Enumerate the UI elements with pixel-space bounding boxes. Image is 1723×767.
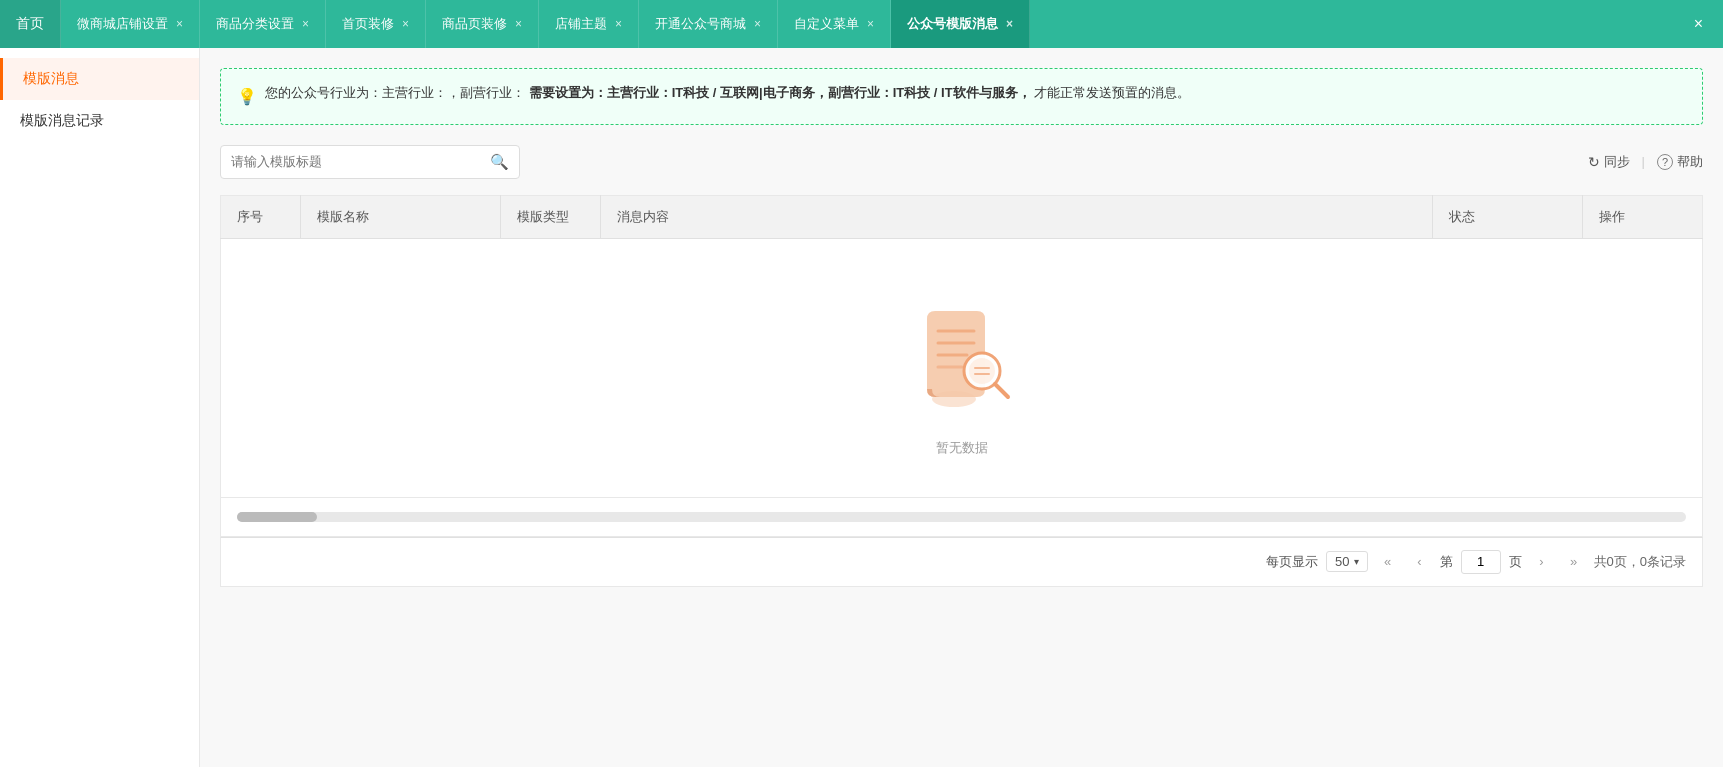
svg-line-7 [995, 384, 1008, 397]
sidebar-item-template-msg-log[interactable]: 模版消息记录 [0, 100, 199, 142]
nav-tab-productpage[interactable]: 商品页装修 × [426, 0, 539, 48]
nav-tab-productpage-label: 商品页装修 [442, 15, 507, 33]
nav-tab-theme-close[interactable]: × [615, 17, 622, 31]
top-nav: 首页 微商城店铺设置 × 商品分类设置 × 首页装修 × 商品页装修 × 店铺主… [0, 0, 1723, 48]
nav-tab-weshop[interactable]: 微商城店铺设置 × [61, 0, 200, 48]
nav-tab-mall[interactable]: 开通公众号商城 × [639, 0, 778, 48]
col-type: 模版类型 [501, 195, 601, 238]
page-size-label: 每页显示 [1266, 553, 1318, 571]
empty-illustration [902, 299, 1022, 419]
col-seq: 序号 [221, 195, 301, 238]
col-name: 模版名称 [301, 195, 501, 238]
page-size-select[interactable]: 50 ▾ [1326, 551, 1367, 572]
page-unit-label: 页 [1509, 553, 1522, 571]
table-header-row: 序号 模版名称 模版类型 消息内容 状态 操作 [221, 195, 1703, 238]
last-page-button[interactable]: » [1562, 550, 1586, 574]
nav-tab-custommenu[interactable]: 自定义菜单 × [778, 0, 891, 48]
nav-tab-templatemsg-close[interactable]: × [1006, 17, 1013, 31]
nav-tab-mall-label: 开通公众号商城 [655, 15, 746, 33]
page-label: 第 [1440, 553, 1453, 571]
notice-prefix: 您的公众号行业为：主营行业：，副营行业： [265, 85, 525, 100]
nav-tab-templatemsg-label: 公众号模版消息 [907, 15, 998, 33]
notice-suffix: 才能正常发送预置的消息。 [1034, 85, 1190, 100]
prev-page-button[interactable]: ‹ [1408, 550, 1432, 574]
next-page-button[interactable]: › [1530, 550, 1554, 574]
sidebar-item-template-msg-log-label: 模版消息记录 [20, 112, 104, 128]
nav-tab-category-close[interactable]: × [302, 17, 309, 31]
global-close-button[interactable]: × [1694, 15, 1703, 33]
sync-button[interactable]: ↻ 同步 [1588, 153, 1630, 171]
empty-state: 暂无数据 [220, 239, 1703, 498]
empty-icon [902, 299, 1022, 419]
chevron-down-icon: ▾ [1354, 556, 1359, 567]
nav-tab-home[interactable]: 首页 [0, 0, 61, 48]
help-icon: ? [1657, 154, 1673, 170]
nav-tab-weshop-label: 微商城店铺设置 [77, 15, 168, 33]
search-input[interactable] [231, 154, 490, 169]
search-row: 🔍 ↻ 同步 | ? 帮助 [220, 145, 1703, 179]
main-layout: 模版消息 模版消息记录 💡 您的公众号行业为：主营行业：，副营行业： 需要设置为… [0, 48, 1723, 767]
nav-tab-homepage-close[interactable]: × [402, 17, 409, 31]
sidebar: 模版消息 模版消息记录 [0, 48, 200, 767]
help-label: 帮助 [1677, 153, 1703, 171]
bulb-icon: 💡 [237, 84, 257, 110]
total-info: 共0页，0条记录 [1594, 553, 1686, 571]
nav-tab-custommenu-label: 自定义菜单 [794, 15, 859, 33]
sync-icon: ↻ [1588, 154, 1600, 170]
toolbar-divider: | [1642, 154, 1645, 169]
nav-tab-category-label: 商品分类设置 [216, 15, 294, 33]
empty-text: 暂无数据 [241, 439, 1682, 457]
nav-tab-custommenu-close[interactable]: × [867, 17, 874, 31]
search-input-wrap[interactable]: 🔍 [220, 145, 520, 179]
content-area: 💡 您的公众号行业为：主营行业：，副营行业： 需要设置为：主营行业：IT科技 /… [200, 48, 1723, 767]
help-button[interactable]: ? 帮助 [1657, 153, 1703, 171]
pagination: 每页显示 50 ▾ « ‹ 第 页 › » 共0页，0条记录 [220, 537, 1703, 587]
notice-box: 💡 您的公众号行业为：主营行业：，副营行业： 需要设置为：主营行业：IT科技 /… [220, 68, 1703, 125]
sync-label: 同步 [1604, 153, 1630, 171]
nav-tab-theme[interactable]: 店铺主题 × [539, 0, 639, 48]
nav-tab-productpage-close[interactable]: × [515, 17, 522, 31]
nav-tab-homepage[interactable]: 首页装修 × [326, 0, 426, 48]
sidebar-item-template-msg[interactable]: 模版消息 [0, 58, 199, 100]
col-action: 操作 [1583, 195, 1703, 238]
page-size-value: 50 [1335, 554, 1349, 569]
first-page-button[interactable]: « [1376, 550, 1400, 574]
nav-tab-category[interactable]: 商品分类设置 × [200, 0, 326, 48]
nav-tab-weshop-close[interactable]: × [176, 17, 183, 31]
nav-tab-home-label: 首页 [16, 15, 44, 33]
toolbar-right: ↻ 同步 | ? 帮助 [1588, 153, 1703, 171]
data-table: 序号 模版名称 模版类型 消息内容 状态 操作 [220, 195, 1703, 239]
svg-point-6 [969, 358, 995, 384]
nav-tab-templatemsg[interactable]: 公众号模版消息 × [891, 0, 1030, 48]
col-content: 消息内容 [601, 195, 1433, 238]
nav-tab-theme-label: 店铺主题 [555, 15, 607, 33]
scrollbar-area [220, 498, 1703, 537]
search-icon[interactable]: 🔍 [490, 153, 509, 171]
sidebar-item-template-msg-label: 模版消息 [23, 70, 79, 86]
notice-text: 您的公众号行业为：主营行业：，副营行业： 需要设置为：主营行业：IT科技 / 互… [265, 83, 1190, 104]
page-number-input[interactable] [1461, 550, 1501, 574]
nav-tab-homepage-label: 首页装修 [342, 15, 394, 33]
notice-highlight: 需要设置为：主营行业：IT科技 / 互联网|电子商务，副营行业：IT科技 / I… [529, 85, 1031, 100]
scrollbar-thumb[interactable] [237, 512, 317, 522]
nav-tab-mall-close[interactable]: × [754, 17, 761, 31]
col-status: 状态 [1433, 195, 1583, 238]
scrollbar-track[interactable] [237, 512, 1686, 522]
